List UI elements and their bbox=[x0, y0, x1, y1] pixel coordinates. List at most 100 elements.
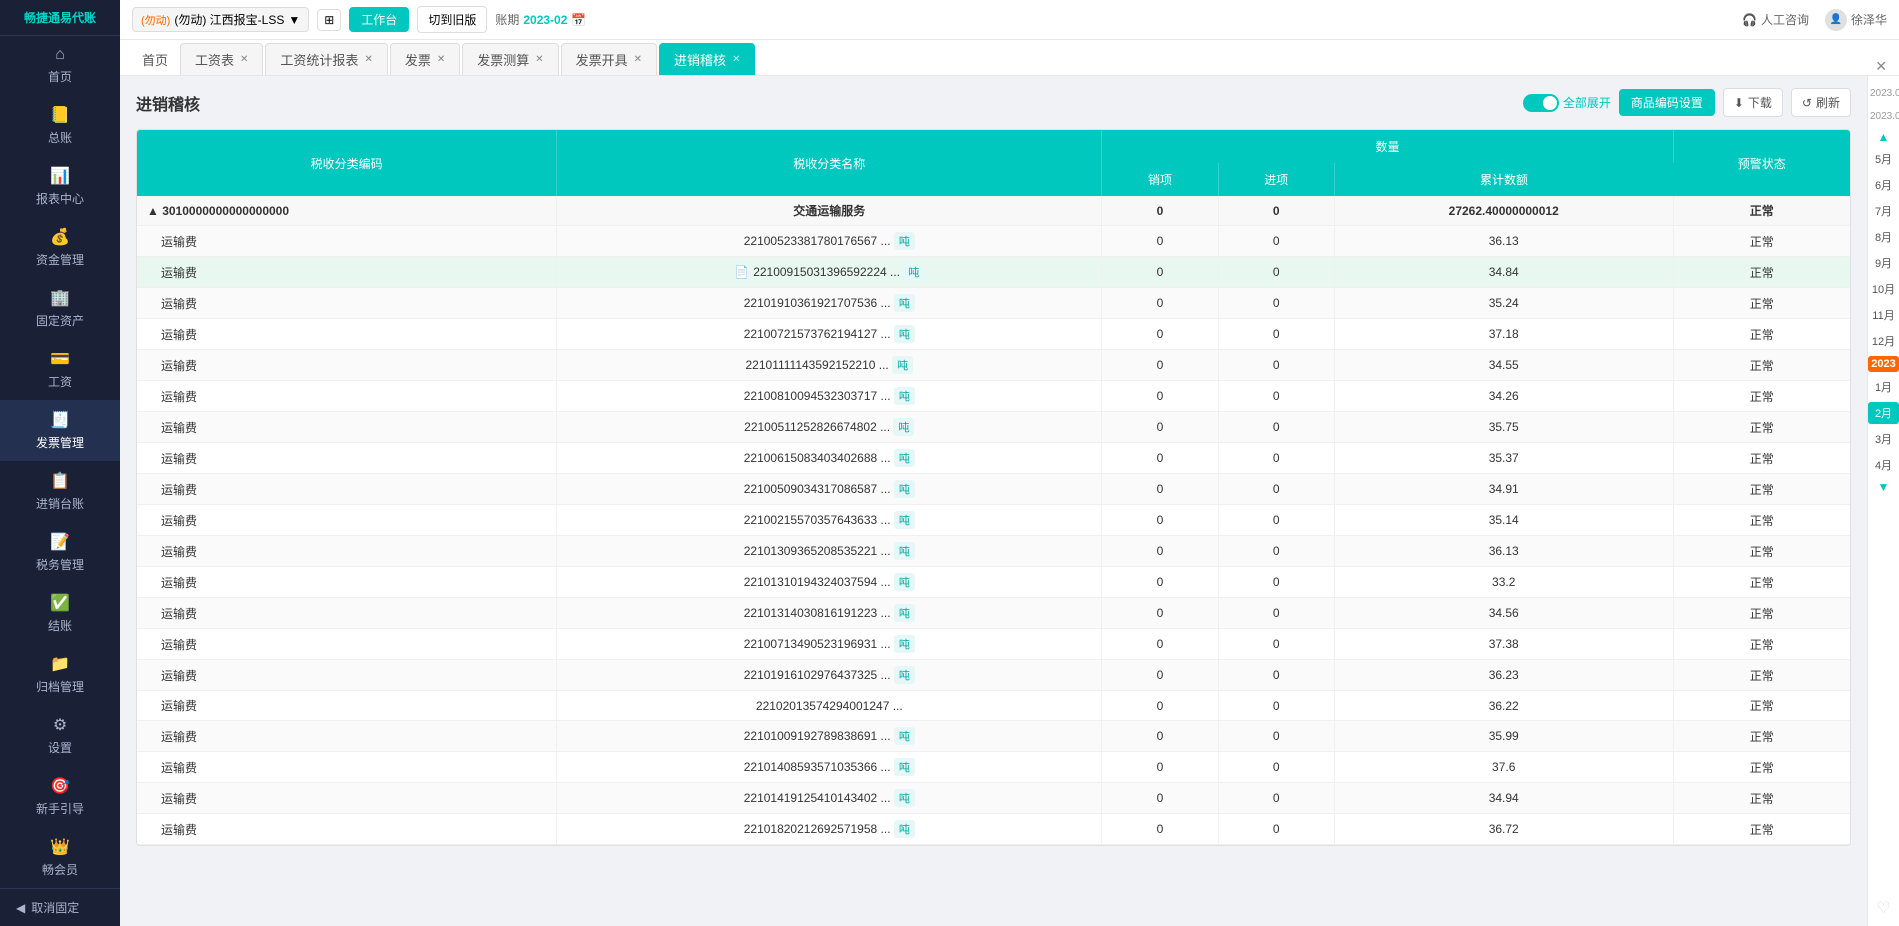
tab-reconcile-close[interactable]: ✕ bbox=[732, 54, 740, 65]
sidebar-item-archive[interactable]: 📁 归档管理 bbox=[0, 644, 120, 705]
table-row[interactable]: 运输费 22100509034317086587 ... 吨 0 0 34.91… bbox=[137, 474, 1850, 505]
sidebar-item-invoice[interactable]: 🧾 发票管理 bbox=[0, 400, 120, 461]
tab-invoice-open-close[interactable]: ✕ bbox=[634, 54, 642, 65]
month-7[interactable]: 7月 bbox=[1868, 200, 1899, 222]
table-row[interactable]: 运输费 22100511252826674802 ... 吨 0 0 35.75… bbox=[137, 412, 1850, 443]
table-row[interactable]: 运输费 22101820212692571958 ... 吨 0 0 36.72… bbox=[137, 814, 1850, 845]
tab-salary-table-close[interactable]: ✕ bbox=[240, 54, 248, 65]
cell-invoice: 22102013574294001247 ... bbox=[557, 691, 1102, 721]
table-row[interactable]: 运输费 22100215570357643633 ... 吨 0 0 35.14… bbox=[137, 505, 1850, 536]
download-label: 下载 bbox=[1748, 94, 1772, 111]
unit-tag: 吨 bbox=[894, 511, 915, 529]
avatar: 👤 bbox=[1825, 9, 1847, 31]
sidebar-item-guide[interactable]: 🎯 新手引导 bbox=[0, 766, 120, 827]
month-3[interactable]: 3月 bbox=[1868, 428, 1899, 450]
table-row[interactable]: 运输费 22100523381780176567 ... 吨 0 0 36.13… bbox=[137, 226, 1850, 257]
cell-code: 运输费 bbox=[137, 783, 557, 814]
table-row[interactable]: ▲ 3010000000000000000 交通运输服务 0 0 27262.4… bbox=[137, 196, 1850, 226]
tab-salary-stats-close[interactable]: ✕ bbox=[364, 54, 372, 65]
month-1[interactable]: 1月 bbox=[1868, 376, 1899, 398]
cell-purchase: 0 bbox=[1218, 288, 1334, 319]
toggle-expand[interactable]: 全部展开 bbox=[1523, 94, 1611, 112]
switch-button[interactable]: 切到旧版 bbox=[417, 6, 487, 33]
month-9[interactable]: 9月 bbox=[1868, 252, 1899, 274]
unit-tag: 吨 bbox=[894, 666, 915, 684]
month-10[interactable]: 10月 bbox=[1868, 278, 1899, 300]
company-selector[interactable]: (勿动) (勿动) 江西报宝-LSS ▼ bbox=[132, 7, 309, 32]
sidebar-item-settings[interactable]: ⚙ 设置 bbox=[0, 705, 120, 766]
sidebar-label-archive: 归档管理 bbox=[36, 678, 84, 695]
table-row[interactable]: 运输费 22100713490523196931 ... 吨 0 0 37.38… bbox=[137, 629, 1850, 660]
cell-sales: 0 bbox=[1102, 629, 1218, 660]
cell-code: 运输费 bbox=[137, 443, 557, 474]
table-row[interactable]: 运输费 📄22100915031396592224 ... 吨 0 0 34.8… bbox=[137, 257, 1850, 288]
cell-cumulative: 35.37 bbox=[1334, 443, 1673, 474]
table-row[interactable]: 运输费 22101111143592152210 ... 吨 0 0 34.55… bbox=[137, 350, 1850, 381]
month-2-active[interactable]: 2月 bbox=[1868, 402, 1899, 424]
year-2023-label[interactable]: 2023 bbox=[1868, 356, 1899, 372]
user-menu[interactable]: 👤 徐泽华 bbox=[1825, 9, 1887, 31]
unit-tag: 吨 bbox=[894, 727, 915, 745]
month-6[interactable]: 6月 bbox=[1868, 174, 1899, 196]
cell-purchase: 0 bbox=[1218, 319, 1334, 350]
table-row[interactable]: 运输费 22101314030816191223 ... 吨 0 0 34.56… bbox=[137, 598, 1850, 629]
download-button[interactable]: ⬇ 下载 bbox=[1723, 88, 1783, 117]
month-12[interactable]: 12月 bbox=[1868, 330, 1899, 352]
sidebar-item-salary[interactable]: 💳 工资 bbox=[0, 339, 120, 400]
cell-sales: 0 bbox=[1102, 505, 1218, 536]
table-row[interactable]: 运输费 22101009192789838691 ... 吨 0 0 35.99… bbox=[137, 721, 1850, 752]
sidebar-item-report[interactable]: 📊 报表中心 bbox=[0, 156, 120, 217]
sidebar-item-asset[interactable]: 🏢 固定资产 bbox=[0, 278, 120, 339]
close-all-button[interactable]: ✕ bbox=[1875, 58, 1887, 75]
tab-invoice[interactable]: 发票 ✕ bbox=[390, 43, 460, 75]
table-row[interactable]: 运输费 22102013574294001247 ... 0 0 36.22 正… bbox=[137, 691, 1850, 721]
unpin-button[interactable]: ◀ 取消固定 bbox=[0, 889, 120, 926]
tab-salary-table[interactable]: 工资表 ✕ bbox=[180, 43, 263, 75]
cell-cumulative: 34.91 bbox=[1334, 474, 1673, 505]
table-row[interactable]: 运输费 22100615083403402688 ... 吨 0 0 35.37… bbox=[137, 443, 1850, 474]
tab-home-label: 首页 bbox=[142, 50, 168, 69]
support-button[interactable]: 🎧 人工咨询 bbox=[1742, 11, 1809, 28]
table-row[interactable]: 运输费 22101310194324037594 ... 吨 0 0 33.2 … bbox=[137, 567, 1850, 598]
cell-purchase: 0 bbox=[1218, 598, 1334, 629]
tab-invoice-close[interactable]: ✕ bbox=[437, 54, 445, 65]
sidebar-item-sales[interactable]: 📋 进销台账 bbox=[0, 461, 120, 522]
sidebar-item-member[interactable]: 👑 畅会员 bbox=[0, 827, 120, 888]
worktable-button[interactable]: 工作台 bbox=[349, 7, 409, 32]
chevron-up-icon[interactable]: ▲ bbox=[1878, 130, 1890, 144]
chevron-down-icon[interactable]: ▼ bbox=[1878, 480, 1890, 494]
copy-button[interactable]: ⊞ bbox=[317, 9, 341, 31]
tab-reconcile[interactable]: 进销稽核 ✕ bbox=[659, 43, 755, 75]
settings-button[interactable]: 商品编码设置 bbox=[1619, 89, 1715, 116]
month-8[interactable]: 8月 bbox=[1868, 226, 1899, 248]
heart-icon[interactable]: ♡ bbox=[1876, 898, 1890, 918]
refresh-button[interactable]: ↺ 刷新 bbox=[1791, 88, 1851, 117]
tab-salary-stats[interactable]: 工资统计报表 ✕ bbox=[265, 43, 387, 75]
member-icon: 👑 bbox=[50, 837, 70, 857]
tab-invoice-calc-close[interactable]: ✕ bbox=[535, 54, 543, 65]
table-row[interactable]: 运输费 22101419125410143402 ... 吨 0 0 34.94… bbox=[137, 783, 1850, 814]
table-row[interactable]: 运输费 22101916102976437325 ... 吨 0 0 36.23… bbox=[137, 660, 1850, 691]
tab-invoice-calc[interactable]: 发票测算 ✕ bbox=[462, 43, 558, 75]
sidebar-item-home[interactable]: ⌂ 首页 bbox=[0, 36, 120, 95]
guide-icon: 🎯 bbox=[50, 776, 70, 796]
sidebar-item-fund[interactable]: 💰 资金管理 bbox=[0, 217, 120, 278]
sidebar-item-settle[interactable]: ✅ 结账 bbox=[0, 583, 120, 644]
toggle-switch[interactable] bbox=[1523, 94, 1559, 112]
sidebar: 畅捷通易代账 ⌂ 首页 📒 总账 📊 报表中心 💰 资金管理 🏢 固定资产 💳 … bbox=[0, 0, 120, 926]
tab-home[interactable]: 首页 bbox=[132, 44, 178, 75]
month-11[interactable]: 11月 bbox=[1868, 304, 1899, 326]
calendar-icon[interactable]: 📅 bbox=[571, 13, 586, 27]
table-row[interactable]: 运输费 22101910361921707536 ... 吨 0 0 35.24… bbox=[137, 288, 1850, 319]
cell-invoice: 22100511252826674802 ... 吨 bbox=[557, 412, 1102, 443]
month-5[interactable]: 5月 bbox=[1868, 148, 1899, 170]
table-row[interactable]: 运输费 22100721573762194127 ... 吨 0 0 37.18… bbox=[137, 319, 1850, 350]
month-4[interactable]: 4月 bbox=[1868, 454, 1899, 476]
tab-invoice-open[interactable]: 发票开具 ✕ bbox=[561, 43, 657, 75]
unit-tag: 吨 bbox=[894, 820, 915, 838]
table-row[interactable]: 运输费 22101309365208535221 ... 吨 0 0 36.13… bbox=[137, 536, 1850, 567]
table-row[interactable]: 运输费 22100810094532303717 ... 吨 0 0 34.26… bbox=[137, 381, 1850, 412]
sidebar-item-ledger[interactable]: 📒 总账 bbox=[0, 95, 120, 156]
sidebar-item-tax[interactable]: 📝 税务管理 bbox=[0, 522, 120, 583]
table-row[interactable]: 运输费 22101408593571035366 ... 吨 0 0 37.6 … bbox=[137, 752, 1850, 783]
